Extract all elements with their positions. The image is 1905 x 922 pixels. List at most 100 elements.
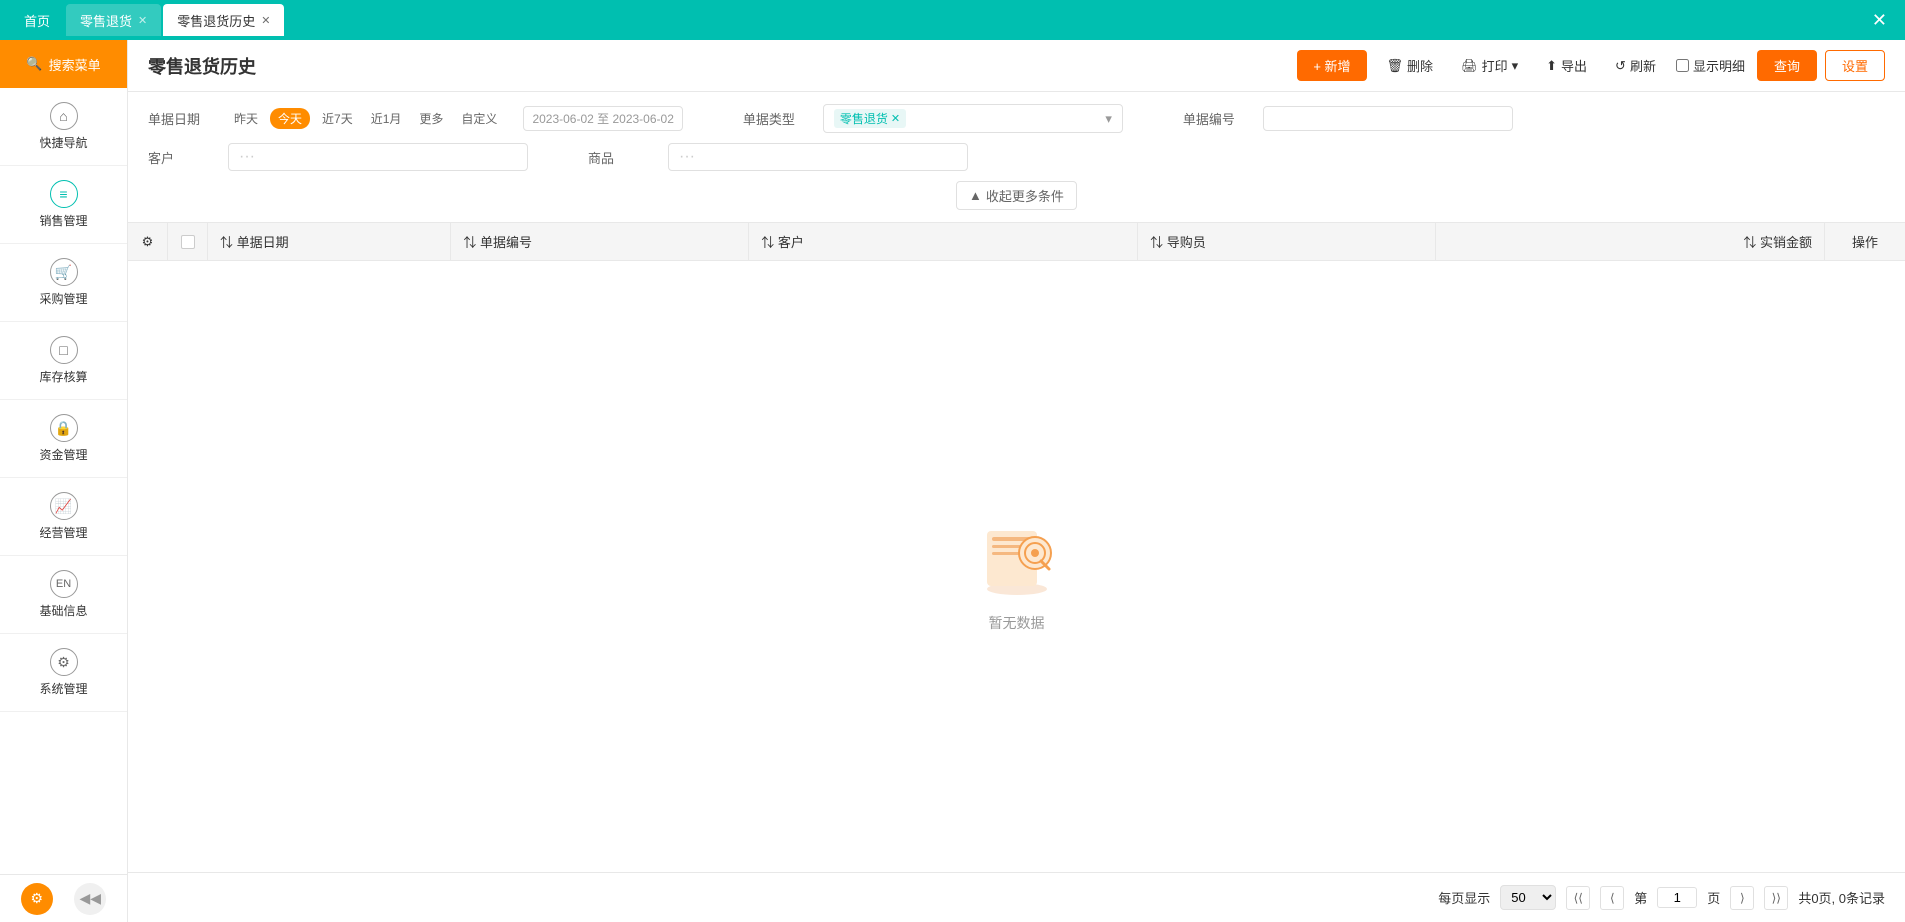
delete-button[interactable]: 🗑 删除 [1379, 52, 1442, 79]
sidebar-item-operations[interactable]: 📈 经营管理 [0, 478, 127, 556]
purchase-icon: 🛒 [50, 258, 78, 286]
sidebar-item-quick-nav-label: 快捷导航 [39, 134, 87, 151]
prev-page-button[interactable]: ⟨ [1600, 886, 1624, 910]
goods-select[interactable]: ··· [668, 143, 968, 171]
collapse-label: 收起更多条件 [986, 186, 1064, 205]
th-no[interactable]: ⇅ 单据编号 [451, 223, 749, 260]
th-amount[interactable]: ⇅ 实销金额 [1618, 223, 1825, 260]
sidebar-item-inventory[interactable]: □ 库存核算 [0, 322, 127, 400]
th-date[interactable]: ⇅ 单据日期 [208, 223, 451, 260]
collapse-button[interactable]: ▲ 收起更多条件 [956, 181, 1077, 210]
tab-retail-return-close[interactable]: ✕ [138, 14, 147, 27]
sidebar-item-system-label: 系统管理 [39, 680, 87, 697]
sidebar-item-inventory-label: 库存核算 [39, 368, 87, 385]
goods-dots: ··· [679, 148, 695, 166]
sidebar-item-system-mgmt[interactable]: ⚙ 系统管理 [0, 634, 127, 712]
number-input[interactable] [1263, 106, 1513, 131]
type-filter-label: 单据类型 [743, 109, 803, 128]
type-tag-close[interactable]: ✕ [891, 112, 900, 125]
print-button[interactable]: 🖨 打印 ▾ [1453, 52, 1526, 79]
finance-icon: 🔒 [50, 414, 78, 442]
filter-row-1: 单据日期 昨天 今天 近7天 近1月 更多 自定义 2023-06-02 至 2… [148, 104, 1885, 133]
audio-button[interactable]: ◀◀ [74, 883, 106, 915]
quick-nav-icon: ⌂ [50, 102, 78, 130]
page-header: 零售退货历史 + 新增 🗑 删除 🖨 打印 ▾ ⬆ 导出 ↺ [128, 40, 1905, 92]
th-customer[interactable]: ⇅ 客户 [749, 223, 1138, 260]
page-unit: 页 [1707, 888, 1720, 907]
sidebar-search[interactable]: 🔍 搜索菜单 [0, 40, 127, 88]
tab-home[interactable]: 首页 [10, 4, 64, 36]
setting-button[interactable]: 设置 [1825, 50, 1885, 81]
empty-illustration [967, 501, 1067, 601]
tab-retail-return[interactable]: 零售退货 ✕ [66, 4, 161, 36]
sidebar-item-purchase-mgmt[interactable]: 🛒 采购管理 [0, 244, 127, 322]
tab-retail-return-history-close[interactable]: ✕ [261, 14, 270, 27]
system-icon: ⚙ [50, 648, 78, 676]
empty-text: 暂无数据 [989, 613, 1045, 633]
th-guide[interactable]: ⇅ 导购员 [1138, 223, 1436, 260]
next-page-button[interactable]: ⟩ [1730, 886, 1754, 910]
filter-area: 单据日期 昨天 今天 近7天 近1月 更多 自定义 2023-06-02 至 2… [128, 92, 1905, 223]
th-date-label: ⇅ 单据日期 [220, 232, 289, 251]
gear-icon: ⚙ [142, 234, 154, 250]
date-opt-today[interactable]: 今天 [270, 108, 310, 129]
sidebar-item-basic-info[interactable]: EN 基础信息 [0, 556, 127, 634]
print-icon: 🖨 [1461, 58, 1478, 74]
sidebar-item-finance[interactable]: 🔒 资金管理 [0, 400, 127, 478]
date-opt-yesterday[interactable]: 昨天 [228, 108, 264, 129]
query-button[interactable]: 查询 [1757, 50, 1817, 81]
number-filter-label: 单据编号 [1183, 109, 1243, 128]
refresh-label: 刷新 [1630, 56, 1656, 75]
export-button[interactable]: ⬆ 导出 [1538, 52, 1595, 79]
content-area: 零售退货历史 + 新增 🗑 删除 🖨 打印 ▾ ⬆ 导出 ↺ [128, 40, 1905, 922]
type-select[interactable]: 零售退货 ✕ ▾ [823, 104, 1123, 133]
table-header: ⚙ ⇅ 单据日期 ⇅ 单据编号 ⇅ 客户 ⇅ 导购员 [128, 223, 1905, 261]
date-filter-label: 单据日期 [148, 109, 208, 128]
type-tag-label: 零售退货 [840, 110, 888, 127]
filter-row-2: 客户 ··· 商品 ··· [148, 143, 1885, 171]
operations-icon: 📈 [50, 492, 78, 520]
close-window-button[interactable]: ✕ [1864, 10, 1895, 31]
sidebar-item-operations-label: 经营管理 [39, 524, 87, 541]
tab-retail-return-label: 零售退货 [80, 11, 132, 30]
th-action-label: 操作 [1852, 232, 1878, 251]
tab-retail-return-history[interactable]: 零售退货历史 ✕ [163, 4, 284, 36]
date-range-display[interactable]: 2023-06-02 至 2023-06-02 [523, 106, 682, 131]
tab-home-label: 首页 [24, 11, 50, 30]
th-customer-label: ⇅ 客户 [761, 232, 804, 251]
settings-button[interactable]: ⚙ [21, 883, 53, 915]
page-title: 零售退货历史 [148, 53, 1297, 79]
date-opt-1month[interactable]: 近1月 [365, 108, 408, 129]
top-bar: 首页 零售退货 ✕ 零售退货历史 ✕ ✕ [0, 0, 1905, 40]
customer-select[interactable]: ··· [228, 143, 528, 171]
header-checkbox[interactable] [181, 235, 195, 249]
date-opt-more[interactable]: 更多 [413, 108, 449, 129]
date-opt-7days[interactable]: 近7天 [316, 108, 359, 129]
display-detail-label: 显示明细 [1693, 56, 1745, 75]
customer-filter-label: 客户 [148, 148, 208, 167]
sidebar-item-purchase-label: 采购管理 [39, 290, 87, 307]
th-check[interactable] [168, 223, 208, 260]
th-no-label: ⇅ 单据编号 [463, 232, 532, 251]
table-body: 暂无数据 [128, 261, 1905, 872]
collapse-icon: ▲ [969, 188, 982, 203]
page-input[interactable] [1657, 887, 1697, 908]
th-amount-label: ⇅ 实销金额 [1743, 232, 1812, 251]
display-detail-checkbox[interactable] [1676, 59, 1689, 72]
sidebar-item-sales-mgmt[interactable]: ≡ 销售管理 [0, 166, 127, 244]
goods-filter-label: 商品 [588, 148, 648, 167]
new-button[interactable]: + 新增 [1297, 50, 1366, 81]
th-gear[interactable]: ⚙ [128, 223, 168, 260]
refresh-button[interactable]: ↺ 刷新 [1607, 52, 1664, 79]
th-guide-label: ⇅ 导购员 [1150, 232, 1206, 251]
delete-icon: 🗑 [1387, 58, 1404, 74]
sidebar-item-basic-info-label: 基础信息 [39, 602, 87, 619]
page-size-select[interactable]: 50 10 20 100 [1500, 885, 1556, 910]
last-page-button[interactable]: ⟩⟩ [1764, 886, 1788, 910]
sidebar-item-quick-nav[interactable]: ⌂ 快捷导航 [0, 88, 127, 166]
date-opt-custom[interactable]: 自定义 [455, 108, 503, 129]
pagination-area: 每页显示 50 10 20 100 ⟨⟨ ⟨ 第 页 ⟩ ⟩⟩ 共0页, 0条记… [128, 872, 1905, 922]
first-page-button[interactable]: ⟨⟨ [1566, 886, 1590, 910]
display-toggle[interactable]: 显示明细 [1676, 56, 1745, 75]
delete-label: 删除 [1407, 56, 1433, 75]
